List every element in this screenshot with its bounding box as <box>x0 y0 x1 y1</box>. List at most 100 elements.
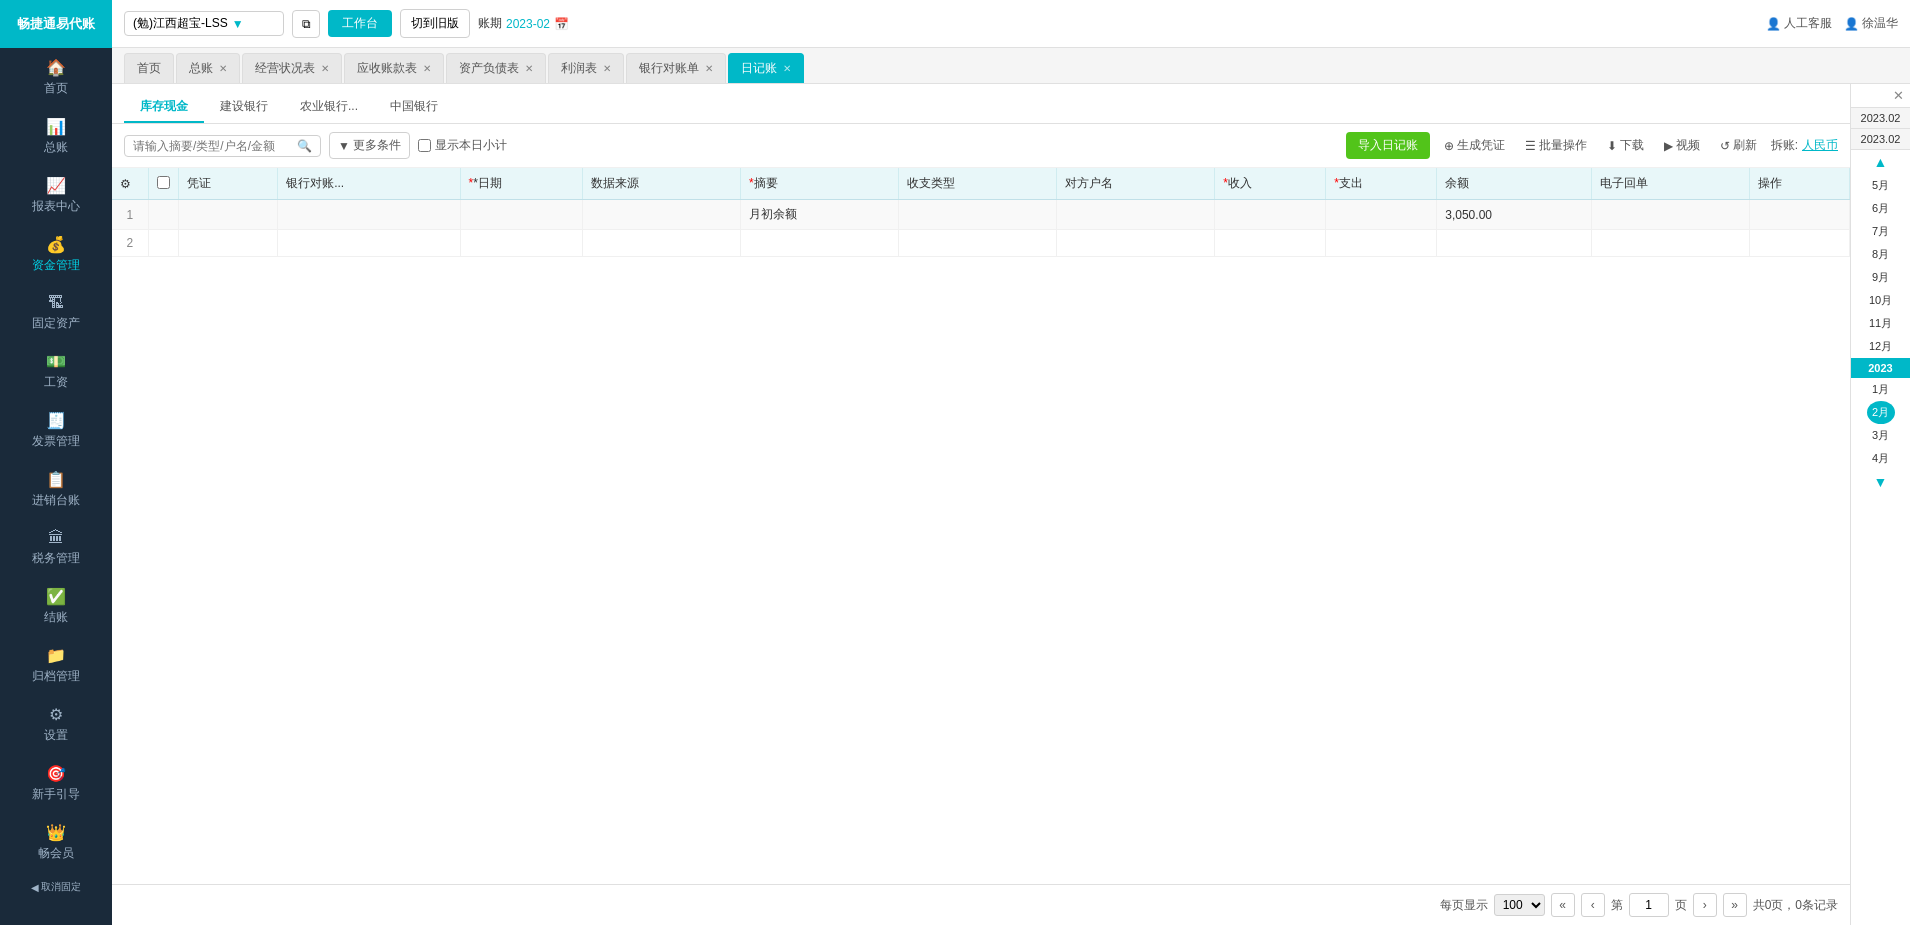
sidebar-item-settings[interactable]: ⚙ 设置 <box>0 695 112 754</box>
row-counterpart <box>1057 200 1215 230</box>
row-check <box>148 200 178 230</box>
chevron-down-icon: ▼ <box>232 17 244 31</box>
refresh-btn[interactable]: ↺ 刷新 <box>1714 133 1763 158</box>
th-receipt: 电子回单 <box>1592 168 1750 200</box>
tab-journal[interactable]: 日记账 ✕ <box>728 53 804 83</box>
video-btn[interactable]: ▶ 视频 <box>1658 133 1706 158</box>
topbar: (勉)江西超宝-LSS ▼ ⧉ 工作台 切到旧版 账期 2023-02 📅 👤 … <box>112 0 1910 48</box>
tab-assets[interactable]: 资产负债表 ✕ <box>446 53 546 83</box>
row-summary <box>741 230 899 257</box>
subtab-ccb[interactable]: 建设银行 <box>204 92 284 123</box>
import-journal-button[interactable]: 导入日记账 <box>1346 132 1430 159</box>
copy-icon-btn[interactable]: ⧉ <box>292 10 320 38</box>
show-daily-checkbox[interactable]: 显示本日小计 <box>418 137 507 154</box>
home-icon: 🏠 <box>46 58 66 77</box>
tab-home[interactable]: 首页 <box>124 53 174 83</box>
sidebar-item-label: 固定资产 <box>32 315 80 332</box>
first-page-btn[interactable]: « <box>1551 893 1575 917</box>
month-1[interactable]: 1月 <box>1851 378 1910 401</box>
row-date <box>460 230 582 257</box>
tab-receivable[interactable]: 应收账款表 ✕ <box>344 53 444 83</box>
sidebar-item-invoice[interactable]: 🧾 发票管理 <box>0 401 112 460</box>
filter-button[interactable]: ▼ 更多条件 <box>329 132 410 159</box>
month-12[interactable]: 12月 <box>1851 335 1910 358</box>
salary-icon: 💵 <box>46 352 66 371</box>
tab-close-bank[interactable]: ✕ <box>705 63 713 74</box>
prev-page-btn[interactable]: ‹ <box>1581 893 1605 917</box>
sidebar-item-close[interactable]: ✅ 结账 <box>0 577 112 636</box>
last-page-btn[interactable]: » <box>1723 893 1747 917</box>
tab-close-profit[interactable]: ✕ <box>603 63 611 74</box>
th-action: 操作 <box>1750 168 1850 200</box>
sidebar-item-reports[interactable]: 📈 报表中心 <box>0 166 112 225</box>
page-input[interactable] <box>1629 893 1669 917</box>
year-2023-badge[interactable]: 2023 <box>1851 358 1910 378</box>
row-receipt <box>1592 200 1750 230</box>
row-voucher <box>178 230 278 257</box>
th-date: **日期 <box>460 168 582 200</box>
tab-close-assets[interactable]: ✕ <box>525 63 533 74</box>
sidebar-item-sales[interactable]: 📋 进销台账 <box>0 460 112 519</box>
tab-business[interactable]: 经营状况表 ✕ <box>242 53 342 83</box>
sidebar-item-label: 新手引导 <box>32 786 80 803</box>
subtab-boc[interactable]: 中国银行 <box>374 92 454 123</box>
workspace-button[interactable]: 工作台 <box>328 10 392 37</box>
sidebar-item-vip[interactable]: 👑 畅会员 <box>0 813 112 872</box>
sidebar-item-label: 设置 <box>44 727 68 744</box>
tab-ledger[interactable]: 总账 ✕ <box>176 53 240 83</box>
tab-close-business[interactable]: ✕ <box>321 63 329 74</box>
month-9[interactable]: 9月 <box>1851 266 1910 289</box>
month-11[interactable]: 11月 <box>1851 312 1910 335</box>
close-date-panel-btn[interactable]: ✕ <box>1851 84 1910 108</box>
vip-icon: 👑 <box>46 823 66 842</box>
subtab-abc[interactable]: 农业银行... <box>284 92 374 123</box>
month-3[interactable]: 3月 <box>1851 424 1910 447</box>
sidebar-item-label: 归档管理 <box>32 668 80 685</box>
month-2[interactable]: 2月 <box>1867 401 1895 424</box>
back-old-button[interactable]: 切到旧版 <box>400 9 470 38</box>
search-box: 🔍 <box>124 135 321 157</box>
sidebar-item-ledger[interactable]: 📊 总账 <box>0 107 112 166</box>
sidebar-item-tax[interactable]: 🏛 税务管理 <box>0 519 112 577</box>
sidebar-item-finance[interactable]: 💰 资金管理 <box>0 225 112 284</box>
pagination: 每页显示 2050100200 « ‹ 第 页 › » 共0页，0条记录 <box>112 884 1850 925</box>
show-daily-input[interactable] <box>418 139 431 152</box>
batch-action-btn[interactable]: ☰ 批量操作 <box>1519 133 1593 158</box>
search-input[interactable] <box>133 139 293 153</box>
tab-close-journal[interactable]: ✕ <box>783 63 791 74</box>
month-5[interactable]: 5月 <box>1851 174 1910 197</box>
date-up-btn[interactable]: ▲ <box>1851 150 1910 174</box>
download-btn[interactable]: ⬇ 下载 <box>1601 133 1650 158</box>
row-summary: 月初余额 <box>741 200 899 230</box>
sidebar-item-salary[interactable]: 💵 工资 <box>0 342 112 401</box>
month-4[interactable]: 4月 <box>1851 447 1910 470</box>
row-check <box>148 230 178 257</box>
subtab-cash[interactable]: 库存现金 <box>124 92 204 123</box>
date-down-btn[interactable]: ▼ <box>1851 470 1910 494</box>
sidebar-item-home[interactable]: 🏠 首页 <box>0 48 112 107</box>
generate-voucher-btn[interactable]: ⊕ 生成凭证 <box>1438 133 1511 158</box>
select-all-checkbox[interactable] <box>157 176 170 189</box>
row-action <box>1750 230 1850 257</box>
sidebar-item-archive[interactable]: 📁 归档管理 <box>0 636 112 695</box>
month-7[interactable]: 7月 <box>1851 220 1910 243</box>
sidebar-item-guide[interactable]: 🎯 新手引导 <box>0 754 112 813</box>
month-6[interactable]: 6月 <box>1851 197 1910 220</box>
tab-close-ledger[interactable]: ✕ <box>219 63 227 74</box>
page-size-select[interactable]: 2050100200 <box>1494 894 1545 916</box>
user-avatar[interactable]: 👤 徐温华 <box>1844 15 1898 32</box>
sidebar-item-label: 结账 <box>44 609 68 626</box>
customer-service[interactable]: 👤 人工客服 <box>1766 15 1832 32</box>
sales-icon: 📋 <box>46 470 66 489</box>
currency-link[interactable]: 人民币 <box>1802 137 1838 154</box>
month-10[interactable]: 10月 <box>1851 289 1910 312</box>
tab-bank-reconcile[interactable]: 银行对账单 ✕ <box>626 53 726 83</box>
tab-close-receivable[interactable]: ✕ <box>423 63 431 74</box>
next-page-btn[interactable]: › <box>1693 893 1717 917</box>
tab-profit[interactable]: 利润表 ✕ <box>548 53 624 83</box>
month-8[interactable]: 8月 <box>1851 243 1910 266</box>
sidebar-item-assets[interactable]: 🏗 固定资产 <box>0 284 112 342</box>
collapse-sidebar-btn[interactable]: ◀ 取消固定 <box>0 872 112 902</box>
company-selector[interactable]: (勉)江西超宝-LSS ▼ <box>124 11 284 36</box>
row-num: 2 <box>112 230 148 257</box>
